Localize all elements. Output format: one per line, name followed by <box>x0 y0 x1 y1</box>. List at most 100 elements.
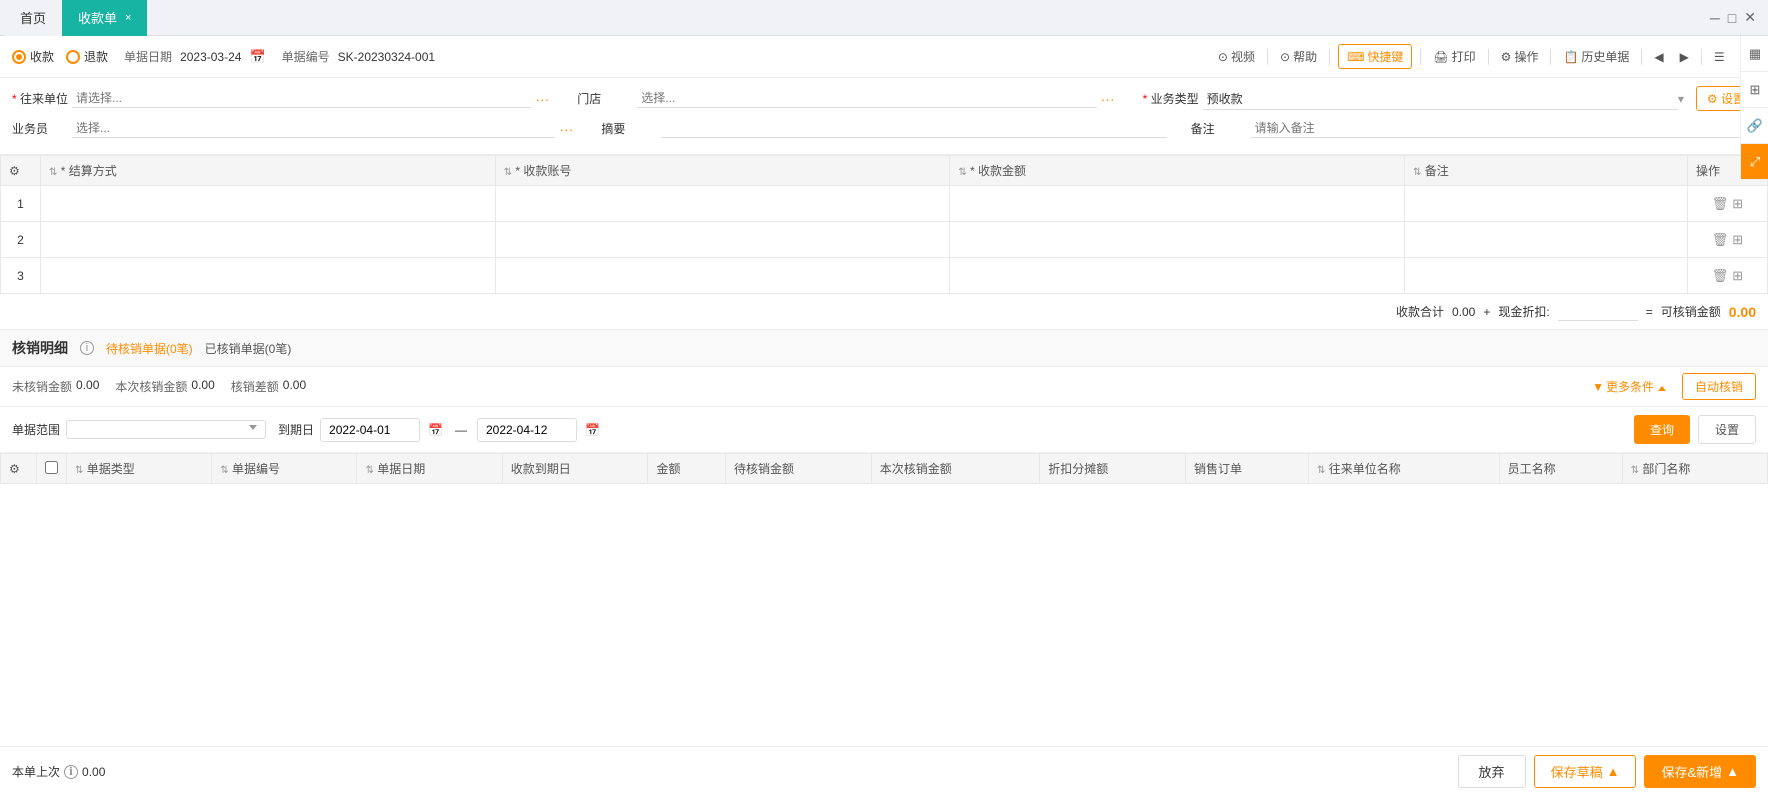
radio-collection[interactable]: 收款 <box>12 48 54 65</box>
chevron-up-icon <box>1658 382 1666 391</box>
equals-sign: = <box>1646 305 1653 319</box>
query-btn[interactable]: 查询 <box>1634 415 1690 444</box>
sales-more-btn[interactable]: ··· <box>555 121 577 137</box>
footer-info-icon[interactable]: ℹ <box>64 765 78 779</box>
row-2-amount[interactable] <box>950 222 1405 258</box>
print-btn[interactable]: 🖨 打印 <box>1429 46 1479 67</box>
collection-table: ⚙ ⇅ * 结算方式 ⇅ * 收款账号 ⇅ * 收款金额 <box>0 155 1768 294</box>
row-2-copy-icon[interactable]: ⊞ <box>1732 232 1743 248</box>
row-3-settlement[interactable] <box>41 258 496 294</box>
unverified-stat: 未核销金额 0.00 <box>12 378 99 395</box>
row-1-copy-icon[interactable]: ⊞ <box>1732 196 1743 212</box>
tab-current-label: 收款单 <box>78 8 117 27</box>
detail-gear-icon: ⚙ <box>9 462 20 476</box>
sales-field: 业务员 ··· <box>12 119 577 138</box>
row-3-remark[interactable] <box>1404 258 1687 294</box>
col-remark-header: ⇅ 备注 <box>1404 156 1687 186</box>
counterpart-more-btn[interactable]: ··· <box>531 91 553 107</box>
row-2-remark[interactable] <box>1404 222 1687 258</box>
save-new-btn[interactable]: 保存&新增 ▲ <box>1644 755 1756 788</box>
toolbar: 收款 退款 单据日期 2023-03-24 📅 单据编号 SK-20230324… <box>0 36 1768 78</box>
col-doc-no: ⇅ 单据编号 <box>212 454 357 484</box>
store-input[interactable] <box>637 89 1096 108</box>
detail-checkbox-col[interactable] <box>37 454 67 484</box>
tab-home[interactable]: 首页 <box>4 0 62 36</box>
row-3-account[interactable] <box>495 258 950 294</box>
col-due-date: 收款到期日 <box>502 454 648 484</box>
row-1-account[interactable] <box>495 186 950 222</box>
nav-next-btn[interactable]: ▶ <box>1676 48 1693 66</box>
operation-btn[interactable]: ⚙ 操作 <box>1497 46 1543 67</box>
radio-collection-dot <box>12 50 26 64</box>
verification-info-icon[interactable]: i <box>80 341 94 355</box>
pending-tab[interactable]: 待核销单据(0笔) <box>106 340 193 357</box>
filter-setting-btn[interactable]: 设置 <box>1698 415 1756 444</box>
calendar-end-icon[interactable]: 📅 <box>585 423 600 437</box>
filter-right-btns: 查询 设置 <box>1634 415 1756 444</box>
row-3-num: 3 <box>1 258 41 294</box>
row-3-delete-icon[interactable]: 🗑 <box>1712 268 1729 284</box>
due-date-start-input[interactable] <box>320 418 420 442</box>
doc-no-value: SK-20230324-001 <box>338 50 435 64</box>
store-more-btn[interactable]: ··· <box>1097 91 1119 107</box>
side-table-icon[interactable]: ▦ <box>1741 36 1768 72</box>
biz-type-value: 预收款 <box>1203 88 1678 110</box>
discard-btn[interactable]: 放弃 <box>1458 755 1526 788</box>
detail-gear-col[interactable]: ⚙ <box>1 454 37 484</box>
col-doc-date: ⇅ 单据日期 <box>357 454 502 484</box>
summary-input[interactable] <box>661 119 1166 138</box>
note-label: 备注 <box>1191 120 1251 137</box>
list-view-btn[interactable]: ☰ <box>1710 48 1729 66</box>
row-1-remark[interactable] <box>1404 186 1687 222</box>
verification-title: 核销明细 <box>12 338 68 358</box>
plus-sign: + <box>1483 305 1490 319</box>
done-tab[interactable]: 已核销单据(0笔) <box>205 340 292 357</box>
save-draft-btn[interactable]: 保存草稿 ▲ <box>1534 755 1637 788</box>
biz-type-select[interactable]: 预收款 ▾ <box>1203 88 1684 110</box>
calendar-icon[interactable]: 📅 <box>249 49 265 65</box>
calendar-start-icon[interactable]: 📅 <box>428 423 443 437</box>
row-2-account[interactable] <box>495 222 950 258</box>
help-btn[interactable]: ⊙ 帮助 <box>1276 46 1321 67</box>
video-icon: ⊙ <box>1218 50 1228 64</box>
range-filter: 单据范围 <box>12 420 266 439</box>
sales-input[interactable] <box>72 119 555 138</box>
row-2-delete-icon[interactable]: 🗑 <box>1712 232 1729 248</box>
side-link-icon[interactable]: 🔗 <box>1741 108 1768 144</box>
counterpart-input[interactable] <box>72 89 531 108</box>
discount-input[interactable] <box>1558 302 1638 321</box>
range-select[interactable] <box>66 420 266 439</box>
video-btn[interactable]: ⊙ 视频 <box>1214 46 1259 67</box>
minimize-btn[interactable]: ─ <box>1710 9 1720 26</box>
select-all-checkbox[interactable] <box>45 461 58 474</box>
radio-collection-label: 收款 <box>30 48 54 65</box>
maximize-btn[interactable]: □ <box>1728 9 1736 26</box>
history-btn[interactable]: 📋 历史单据 <box>1559 46 1633 67</box>
counterpart-field: 往来单位 ··· <box>12 89 553 108</box>
row-3-copy-icon[interactable]: ⊞ <box>1732 268 1743 284</box>
col-sales-order: 销售订单 <box>1185 454 1308 484</box>
side-panel: ▦ ⊞ 🔗 ⤢ <box>1740 36 1768 180</box>
row-3-amount[interactable] <box>950 258 1405 294</box>
table-gear-header[interactable]: ⚙ <box>1 156 41 186</box>
row-1-amount[interactable] <box>950 186 1405 222</box>
row-1-settlement[interactable] <box>41 186 496 222</box>
divider2 <box>1329 49 1330 65</box>
row-1-delete-icon[interactable]: 🗑 <box>1712 196 1729 212</box>
table-row: 1 🗑 ⊞ <box>1 186 1768 222</box>
auto-verify-btn[interactable]: 自动核销 <box>1682 373 1756 400</box>
shortcut-btn[interactable]: ⌨ 快捷键 <box>1338 44 1412 69</box>
doc-no-field: 单据编号 SK-20230324-001 <box>282 48 435 65</box>
note-input[interactable] <box>1251 119 1756 138</box>
radio-refund[interactable]: 退款 <box>66 48 108 65</box>
side-expand-icon[interactable]: ⤢ <box>1741 144 1768 180</box>
tab-close-btn[interactable]: × <box>125 12 131 24</box>
side-grid-icon[interactable]: ⊞ <box>1741 72 1768 108</box>
due-date-end-input[interactable] <box>477 418 577 442</box>
note-field: 备注 <box>1191 119 1756 138</box>
row-2-settlement[interactable] <box>41 222 496 258</box>
more-conditions-btn[interactable]: ▼ 更多条件 <box>1592 378 1666 395</box>
nav-prev-btn[interactable]: ◀ <box>1650 48 1667 66</box>
tab-current[interactable]: 收款单 × <box>62 0 147 36</box>
close-btn[interactable]: ✕ <box>1744 9 1756 26</box>
